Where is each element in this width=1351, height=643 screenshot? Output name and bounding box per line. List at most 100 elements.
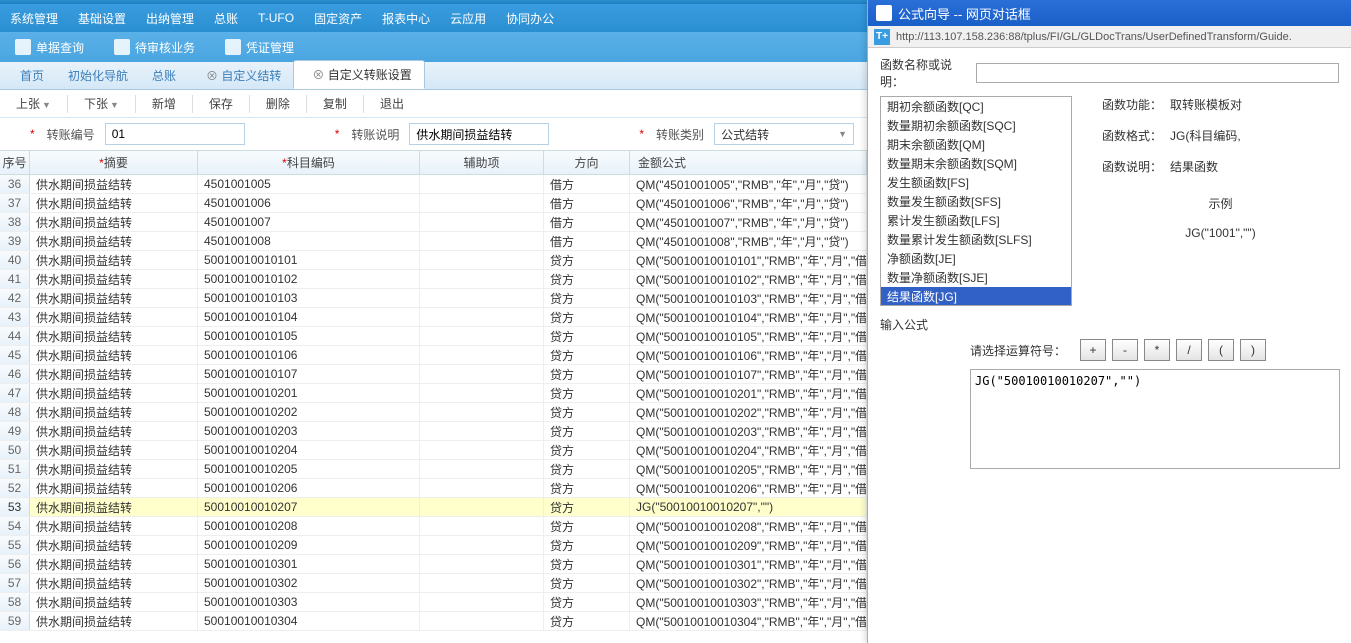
table-row[interactable]: 38供水期间损益结转4501001007借方QM("4501001007","R… [0,213,867,232]
table-row[interactable]: 44供水期间损益结转50010010010105贷方QM("5001001001… [0,327,867,346]
tab-首页[interactable]: 首页 [8,62,56,89]
func-item[interactable]: 数量发生额函数[SFS] [881,192,1071,211]
col-aux[interactable]: 辅助项 [420,151,544,174]
tab-自定义结转[interactable]: ⊗ 自定义结转 [188,62,293,89]
table-row[interactable]: 39供水期间损益结转4501001008借方QM("4501001008","R… [0,232,867,251]
table-row[interactable]: 54供水期间损益结转50010010010208贷方QM("5001001001… [0,517,867,536]
toolbar-icon [114,39,130,55]
code-input[interactable] [105,123,245,145]
table-row[interactable]: 59供水期间损益结转50010010010304贷方QM("5001001001… [0,612,867,631]
table-row[interactable]: 58供水期间损益结转50010010010303贷方QM("5001001001… [0,593,867,612]
formula-section-label: 输入公式 [880,316,1339,333]
tab-初始化导航[interactable]: 初始化导航 [56,62,140,89]
type-select[interactable]: 公式结转▼ [714,123,854,145]
menu-固定资产[interactable]: 固定资产 [314,10,362,27]
table-row[interactable]: 49供水期间损益结转50010010010203贷方QM("5001001001… [0,422,867,441]
func-search-input[interactable] [976,63,1339,83]
code-label: 转账编号 [47,126,95,143]
tab-自定义转账设置[interactable]: ⊗ 自定义转账设置 [293,60,424,89]
close-icon[interactable]: ⊗ [206,69,218,83]
btn-退出[interactable]: 退出 [372,92,412,115]
close-icon[interactable]: ⊗ [312,68,324,82]
menu-协同办公[interactable]: 协同办公 [506,10,554,27]
formula-textarea[interactable] [970,369,1340,469]
type-label: 转账类别 [656,126,704,143]
func-item[interactable]: 结果函数[JG] [881,287,1071,306]
table-row[interactable]: 37供水期间损益结转4501001006借方QM("4501001006","R… [0,194,867,213]
btn-新增[interactable]: 新增 [144,92,184,115]
menu-报表中心[interactable]: 报表中心 [382,10,430,27]
operator-row: 请选择运算符号： +-*/() [880,339,1339,361]
table-row[interactable]: 48供水期间损益结转50010010010202贷方QM("5001001001… [0,403,867,422]
func-item[interactable]: 累计发生额函数[LFS] [881,211,1071,230]
table-row[interactable]: 53供水期间损益结转50010010010207贷方JG("5001001001… [0,498,867,517]
col-subject[interactable]: *科目编码 [198,151,420,174]
menu-总账[interactable]: 总账 [214,10,238,27]
dialog-urlbar: T+ http://113.107.158.236:88/tplus/FI/GL… [868,26,1351,48]
toolbar-icon [15,39,31,55]
btn-保存[interactable]: 保存 [201,92,241,115]
op-button--[interactable]: - [1112,339,1138,361]
function-detail: 函数功能：取转账模板对 函数格式：JG(科目编码, 函数说明：结果函数 示例 J… [1082,96,1339,306]
grid-body: 36供水期间损益结转4501001005借方QM("4501001005","R… [0,175,867,643]
table-row[interactable]: 41供水期间损益结转50010010010102贷方QM("5001001001… [0,270,867,289]
desc-label: 转账说明 [351,126,399,143]
op-button-*[interactable]: * [1144,339,1170,361]
table-row[interactable]: 50供水期间损益结转50010010010204贷方QM("5001001001… [0,441,867,460]
col-summary[interactable]: *摘要 [30,151,198,174]
col-seq[interactable]: 序号 [0,151,30,174]
subbar-单据查询[interactable]: 单据查询 [15,39,84,56]
dialog-titlebar[interactable]: 公式向导 -- 网页对话框 [868,0,1351,26]
grid-header: 序号 *摘要 *科目编码 辅助项 方向 金额公式 [0,151,867,175]
op-button-([interactable]: ( [1208,339,1234,361]
func-item[interactable]: 净额函数[JE] [881,249,1071,268]
func-item[interactable]: 数量期末余额函数[SQM] [881,154,1071,173]
col-dir[interactable]: 方向 [544,151,630,174]
toolbar-icon [225,39,241,55]
table-row[interactable]: 47供水期间损益结转50010010010201贷方QM("5001001001… [0,384,867,403]
menu-云应用[interactable]: 云应用 [450,10,486,27]
func-item[interactable]: 数量期初余额函数[SQC] [881,116,1071,135]
btn-复制[interactable]: 复制 [315,92,355,115]
menu-基础设置[interactable]: 基础设置 [78,10,126,27]
table-row[interactable]: 56供水期间损益结转50010010010301贷方QM("5001001001… [0,555,867,574]
btn-删除[interactable]: 删除 [258,92,298,115]
table-row[interactable]: 36供水期间损益结转4501001005借方QM("4501001005","R… [0,175,867,194]
search-label: 函数名称或说明： [880,56,970,90]
func-item[interactable]: 数量净额函数[SJE] [881,268,1071,287]
col-formula[interactable]: 金额公式 [630,151,867,174]
data-grid: 序号 *摘要 *科目编码 辅助项 方向 金额公式 36供水期间损益结转45010… [0,150,867,643]
tab-总账[interactable]: 总账 [140,62,188,89]
chevron-down-icon: ▼ [110,100,119,110]
dialog-title: 公式向导 -- 网页对话框 [898,4,1031,23]
table-row[interactable]: 52供水期间损益结转50010010010206贷方QM("5001001001… [0,479,867,498]
func-item[interactable]: 期末余额函数[QM] [881,135,1071,154]
table-row[interactable]: 51供水期间损益结转50010010010205贷方QM("5001001001… [0,460,867,479]
table-row[interactable]: 43供水期间损益结转50010010010104贷方QM("5001001001… [0,308,867,327]
app-icon: T+ [874,29,890,45]
table-row[interactable]: 45供水期间损益结转50010010010106贷方QM("5001001001… [0,346,867,365]
table-row[interactable]: 40供水期间损益结转50010010010101贷方QM("5001001001… [0,251,867,270]
menu-系统管理[interactable]: 系统管理 [10,10,58,27]
func-item[interactable]: 发生额函数[FS] [881,173,1071,192]
menu-出纳管理[interactable]: 出纳管理 [146,10,194,27]
dialog-url: http://113.107.158.236:88/tplus/FI/GL/GL… [896,31,1292,43]
table-row[interactable]: 55供水期间损益结转50010010010209贷方QM("5001001001… [0,536,867,555]
op-button-)[interactable]: ) [1240,339,1266,361]
btn-上张[interactable]: 上张▼ [8,92,59,115]
table-row[interactable]: 46供水期间损益结转50010010010107贷方QM("5001001001… [0,365,867,384]
function-list[interactable]: 期初余额函数[QC]数量期初余额函数[SQC]期末余额函数[QM]数量期末余额函… [880,96,1072,306]
func-item[interactable]: 期初余额函数[QC] [881,97,1071,116]
table-row[interactable]: 57供水期间损益结转50010010010302贷方QM("5001001001… [0,574,867,593]
menu-T-UFO[interactable]: T-UFO [258,11,294,25]
op-button-+[interactable]: + [1080,339,1106,361]
table-row[interactable]: 42供水期间损益结转50010010010103贷方QM("5001001001… [0,289,867,308]
op-button-/[interactable]: / [1176,339,1202,361]
btn-下张[interactable]: 下张▼ [76,92,127,115]
ie-icon [876,5,892,21]
func-item[interactable]: 数量累计发生额函数[SLFS] [881,230,1071,249]
subbar-凭证管理[interactable]: 凭证管理 [225,39,294,56]
desc-input[interactable] [409,123,549,145]
chevron-down-icon: ▼ [42,100,51,110]
subbar-待审核业务[interactable]: 待审核业务 [114,39,195,56]
